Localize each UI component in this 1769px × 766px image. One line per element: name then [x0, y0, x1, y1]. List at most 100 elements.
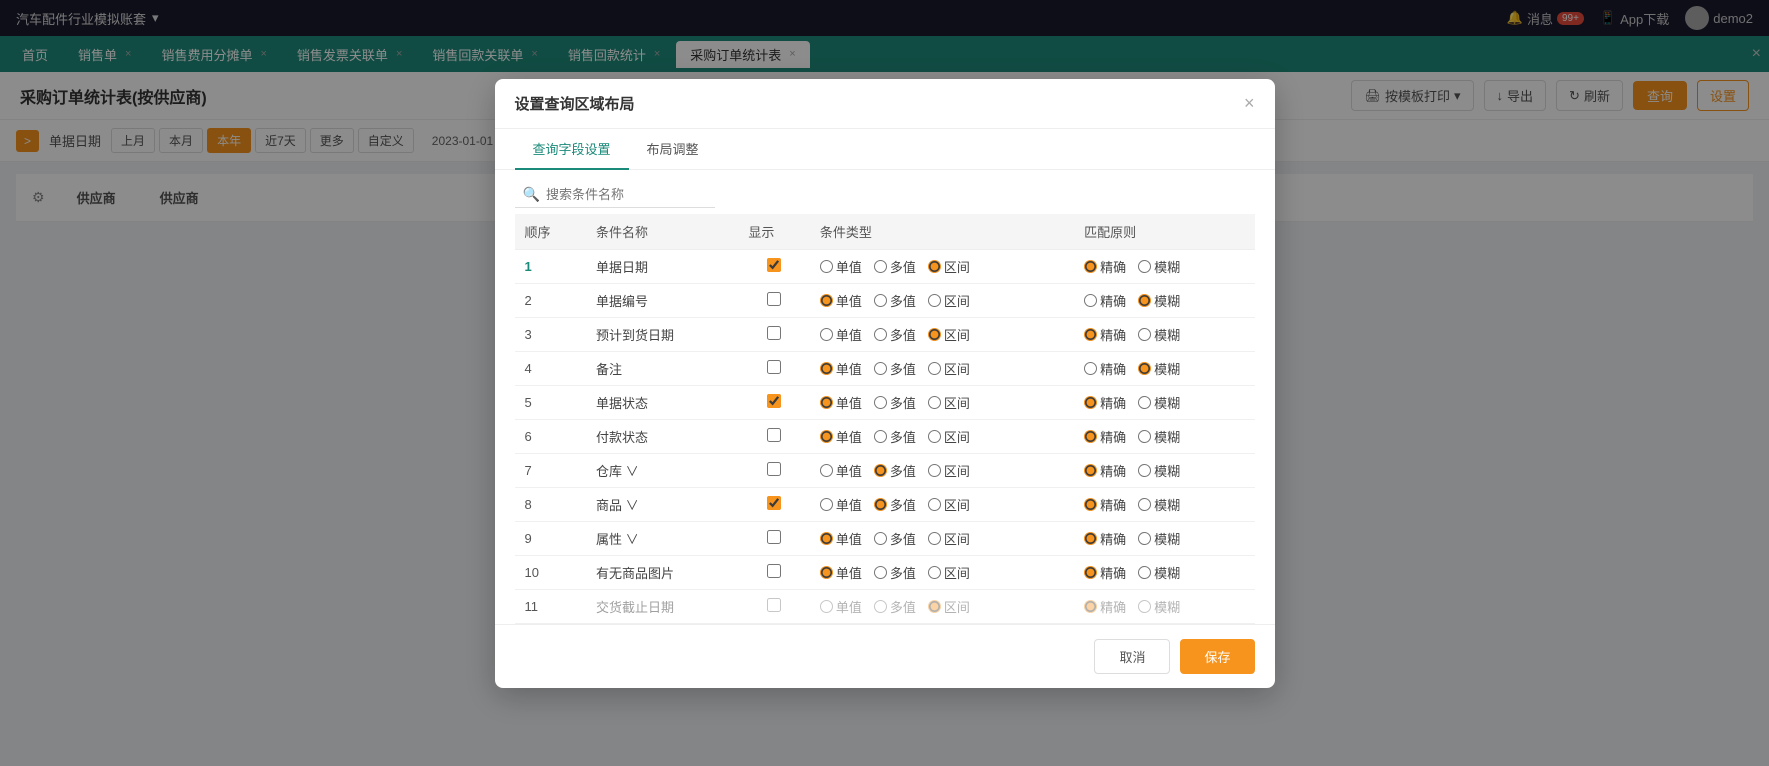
match-radio-item[interactable]: 模糊 [1138, 291, 1180, 310]
row-name: 备注 [586, 351, 738, 385]
type-radio-item[interactable]: 多值 [874, 393, 916, 412]
type-radio-item[interactable]: 单值 [820, 495, 862, 514]
type-radio-item[interactable]: 多值 [874, 427, 916, 446]
row-display-checkbox[interactable] [738, 555, 810, 589]
row-match-radio: 精确模糊 [1074, 555, 1254, 589]
row-display-checkbox[interactable] [738, 385, 810, 419]
type-radio-item[interactable]: 区间 [928, 597, 970, 616]
match-radio-item[interactable]: 精确 [1084, 257, 1126, 276]
row-name: 付款状态 [586, 419, 738, 453]
display-checkbox[interactable] [767, 496, 781, 510]
type-radio-item[interactable]: 单值 [820, 563, 862, 582]
match-radio-item[interactable]: 精确 [1084, 597, 1126, 616]
match-radio-item[interactable]: 模糊 [1138, 427, 1180, 446]
row-match-radio: 精确模糊 [1074, 487, 1254, 521]
col-header-order: 顺序 [515, 214, 587, 250]
match-radio-item[interactable]: 模糊 [1138, 325, 1180, 344]
match-radio-item[interactable]: 精确 [1084, 325, 1126, 344]
match-radio-item[interactable]: 精确 [1084, 393, 1126, 412]
match-radio-item[interactable]: 精确 [1084, 461, 1126, 480]
display-checkbox[interactable] [767, 598, 781, 612]
type-radio-item[interactable]: 区间 [928, 427, 970, 446]
type-radio-item[interactable]: 区间 [928, 495, 970, 514]
match-radio-item[interactable]: 模糊 [1138, 563, 1180, 582]
type-radio-item[interactable]: 多值 [874, 359, 916, 378]
row-display-checkbox[interactable] [738, 419, 810, 453]
modal-footer: 取消 保存 [495, 624, 1275, 688]
modal-tab-query-fields[interactable]: 查询字段设置 [515, 129, 629, 170]
table-row: 7仓库 ∨单值多值区间精确模糊 [515, 453, 1255, 487]
row-type-radio: 单值多值区间 [810, 385, 1074, 419]
row-display-checkbox[interactable] [738, 521, 810, 555]
row-match-radio: 精确模糊 [1074, 453, 1254, 487]
save-button[interactable]: 保存 [1180, 639, 1254, 674]
modal-tab-layout[interactable]: 布局调整 [629, 129, 717, 170]
table-row: 11交货截止日期单值多值区间精确模糊 [515, 589, 1255, 623]
match-radio-item[interactable]: 模糊 [1138, 359, 1180, 378]
type-radio-item[interactable]: 多值 [874, 563, 916, 582]
type-radio-item[interactable]: 单值 [820, 257, 862, 276]
display-checkbox[interactable] [767, 530, 781, 544]
type-radio-item[interactable]: 单值 [820, 393, 862, 412]
search-icon: 🔍 [523, 186, 540, 203]
type-radio-item[interactable]: 区间 [928, 393, 970, 412]
display-checkbox[interactable] [767, 564, 781, 578]
match-radio-item[interactable]: 精确 [1084, 359, 1126, 378]
row-name: 属性 ∨ [586, 521, 738, 555]
row-display-checkbox[interactable] [738, 453, 810, 487]
cancel-button[interactable]: 取消 [1094, 639, 1170, 674]
match-radio-item[interactable]: 精确 [1084, 563, 1126, 582]
type-radio-item[interactable]: 区间 [928, 325, 970, 344]
display-checkbox[interactable] [767, 428, 781, 442]
match-radio-item[interactable]: 模糊 [1138, 529, 1180, 548]
row-display-checkbox[interactable] [738, 317, 810, 351]
type-radio-item[interactable]: 多值 [874, 597, 916, 616]
row-name: 有无商品图片 [586, 555, 738, 589]
type-radio-item[interactable]: 单值 [820, 529, 862, 548]
display-checkbox[interactable] [767, 394, 781, 408]
type-radio-item[interactable]: 多值 [874, 291, 916, 310]
match-radio-item[interactable]: 精确 [1084, 291, 1126, 310]
match-radio-item[interactable]: 模糊 [1138, 257, 1180, 276]
row-name: 单据日期 [586, 249, 738, 283]
display-checkbox[interactable] [767, 292, 781, 306]
type-radio-item[interactable]: 单值 [820, 359, 862, 378]
match-radio-item[interactable]: 精确 [1084, 529, 1126, 548]
type-radio-item[interactable]: 区间 [928, 291, 970, 310]
type-radio-item[interactable]: 单值 [820, 427, 862, 446]
type-radio-item[interactable]: 区间 [928, 563, 970, 582]
display-checkbox[interactable] [767, 326, 781, 340]
type-radio-item[interactable]: 多值 [874, 325, 916, 344]
display-checkbox[interactable] [767, 360, 781, 374]
match-radio-item[interactable]: 模糊 [1138, 461, 1180, 480]
row-display-checkbox[interactable] [738, 487, 810, 521]
type-radio-item[interactable]: 多值 [874, 529, 916, 548]
type-radio-item[interactable]: 单值 [820, 325, 862, 344]
match-radio-item[interactable]: 模糊 [1138, 393, 1180, 412]
type-radio-item[interactable]: 区间 [928, 257, 970, 276]
match-radio-item[interactable]: 模糊 [1138, 495, 1180, 514]
type-radio-item[interactable]: 区间 [928, 461, 970, 480]
modal-close-button[interactable]: × [1244, 94, 1255, 112]
match-radio-item[interactable]: 精确 [1084, 427, 1126, 446]
type-radio-item[interactable]: 多值 [874, 257, 916, 276]
match-radio-item[interactable]: 精确 [1084, 495, 1126, 514]
search-input[interactable] [546, 187, 706, 202]
table-row: 9属性 ∨单值多值区间精确模糊 [515, 521, 1255, 555]
display-checkbox[interactable] [767, 462, 781, 476]
row-display-checkbox[interactable] [738, 249, 810, 283]
type-radio-item[interactable]: 单值 [820, 291, 862, 310]
type-radio-item[interactable]: 区间 [928, 529, 970, 548]
type-radio-item[interactable]: 区间 [928, 359, 970, 378]
modal-tab-layout-label: 布局调整 [647, 142, 699, 157]
type-radio-item[interactable]: 多值 [874, 495, 916, 514]
row-display-checkbox[interactable] [738, 283, 810, 317]
type-radio-item[interactable]: 多值 [874, 461, 916, 480]
row-display-checkbox[interactable] [738, 351, 810, 385]
row-display-checkbox[interactable] [738, 589, 810, 623]
type-radio-item[interactable]: 单值 [820, 461, 862, 480]
modal-tab-query-label: 查询字段设置 [533, 142, 611, 157]
match-radio-item[interactable]: 模糊 [1138, 597, 1180, 616]
display-checkbox[interactable] [767, 258, 781, 272]
type-radio-item[interactable]: 单值 [820, 597, 862, 616]
